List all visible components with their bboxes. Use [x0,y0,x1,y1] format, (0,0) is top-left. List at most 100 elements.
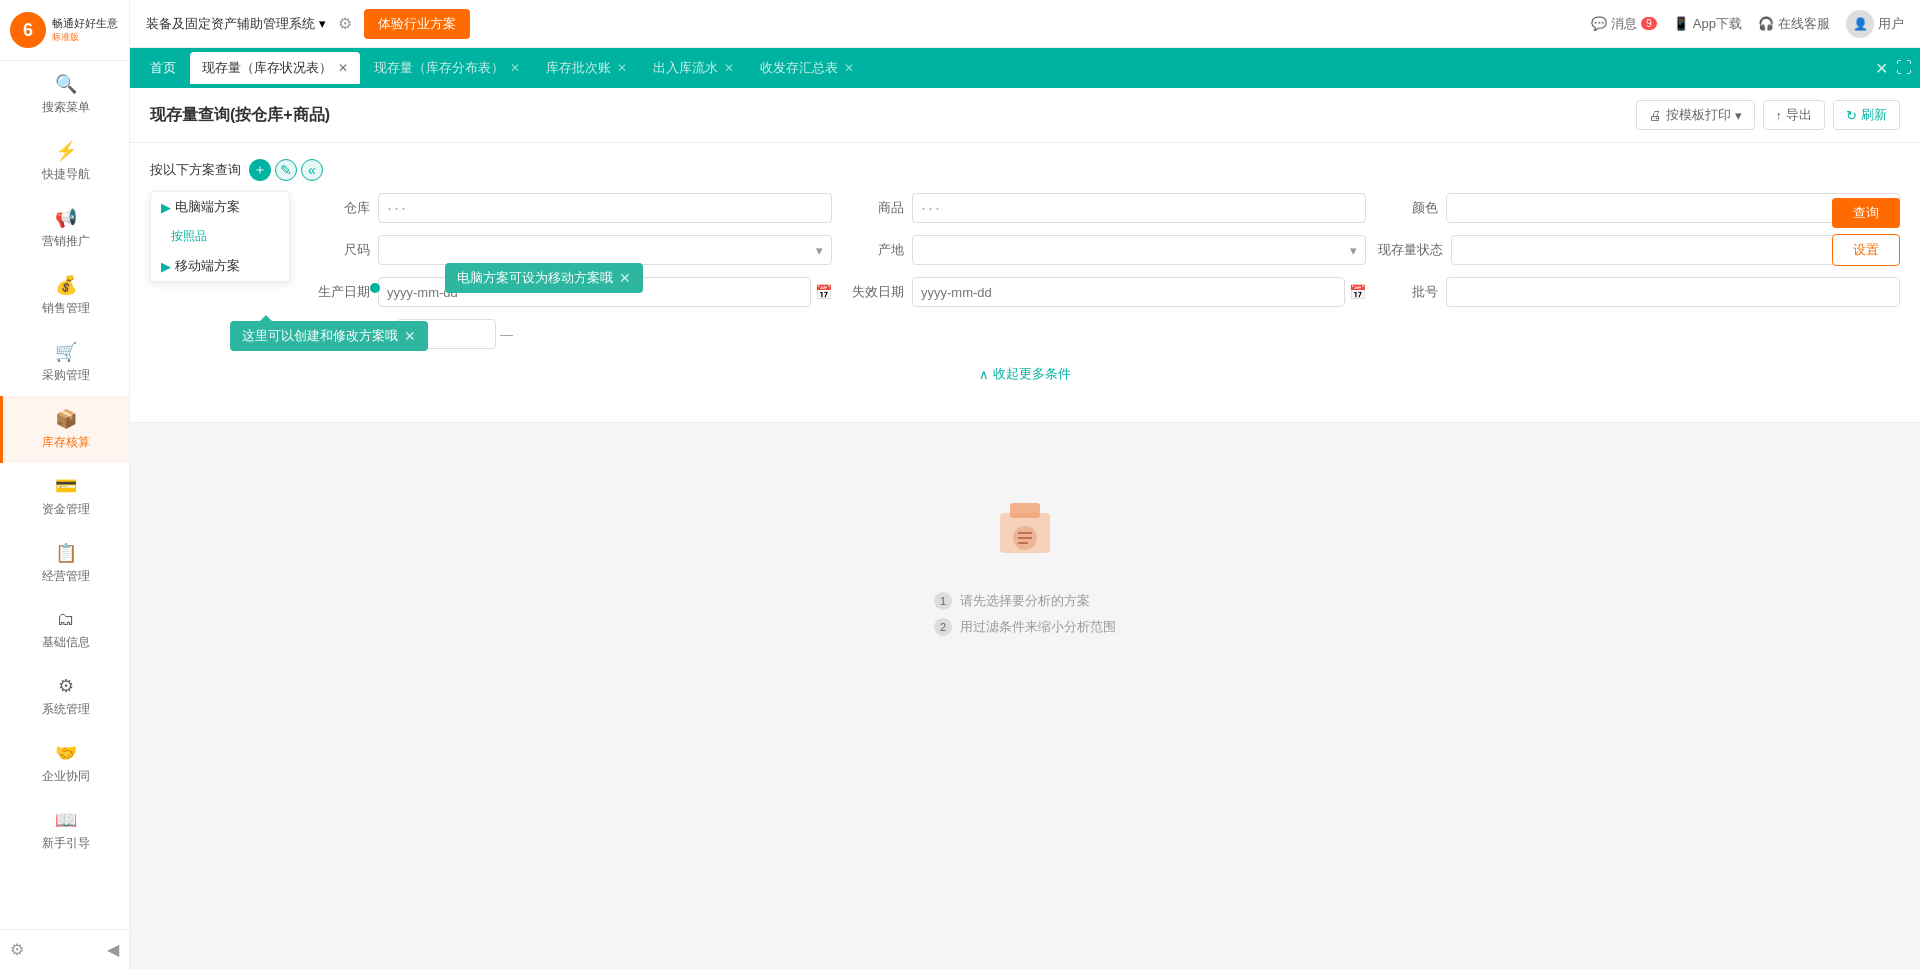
page-content: 现存量查询(按仓库+商品) 🖨 按模板打印 ▾ ↑ 导出 ↻ 刷新 [130,88,1920,969]
refresh-icon: ↻ [1846,108,1857,123]
sidebar-item-guide[interactable]: 📖 新手引导 [0,797,129,864]
tooltip2-close[interactable]: ✕ [404,328,416,344]
filter-row-stock-status: 现存量状态 ▾ [1378,235,1900,265]
settings-bottom-icon[interactable]: ⚙ [10,940,24,959]
filter-row-color: 颜色 ▾ [1378,193,1900,223]
filter-row-warehouse: 仓库 ··· [310,193,832,223]
tab-inventory-status[interactable]: 现存量（库存状况表） ✕ [190,52,360,84]
tooltip1-close[interactable]: ✕ [619,270,631,286]
scheme-arrow-button[interactable]: « [301,159,323,181]
tab-inout[interactable]: 出入库流水 ✕ [641,52,746,84]
refresh-button[interactable]: ↻ 刷新 [1833,100,1900,130]
message-icon: 💬 [1591,16,1607,31]
qty-dash: — [500,327,513,342]
empty-state: 1 请先选择要分析的方案 2 用过滤条件来缩小分析范围 [130,423,1920,704]
operation-nav-icon: 📋 [55,542,77,564]
tree-expand-mobile: ▶ [161,259,171,274]
product-select[interactable]: ··· [912,193,1366,223]
warehouse-select[interactable]: ··· [378,193,832,223]
edit-scheme-button[interactable]: ✎ [275,159,297,181]
system-name-dropdown[interactable]: 装备及固定资产辅助管理系统 ▾ [146,15,326,33]
origin-select[interactable]: ▾ [912,235,1366,265]
empty-step-1: 1 请先选择要分析的方案 [934,592,1116,610]
qty-row: — [396,319,832,349]
app-logo: 6 畅通好好生意 标准版 [0,0,129,61]
svg-rect-1 [1010,503,1040,518]
sidebar-item-finance[interactable]: 💳 资金管理 [0,463,129,530]
tree-item-mobile[interactable]: ▶ 移动端方案 [151,251,289,281]
batch-input[interactable] [1446,277,1900,307]
tab-close-inout[interactable]: ✕ [724,61,734,75]
page-header: 现存量查询(按仓库+商品) 🖨 按模板打印 ▾ ↑ 导出 ↻ 刷新 [130,88,1920,143]
tab-fullscreen-icon[interactable]: ⛶ [1896,59,1912,78]
tab-close-all-icon[interactable]: ✕ [1875,59,1888,78]
collapse-sidebar-icon[interactable]: ◀ [107,940,119,959]
logo-icon: 6 [10,12,46,48]
tree-item-desktop[interactable]: ▶ 电脑端方案 [151,192,289,222]
support-action[interactable]: 🎧 在线客服 [1758,15,1830,33]
tree-subitem-desktop[interactable]: 按照品 [151,222,289,251]
header-right: 💬 消息 9 📱 App下载 🎧 在线客服 👤 用户 [1591,10,1904,38]
print-button[interactable]: 🖨 按模板打印 ▾ [1636,100,1755,130]
size-dropdown-icon: ▾ [816,243,823,258]
sidebar-bottom: ⚙ ◀ [0,929,129,969]
sidebar-item-marketing[interactable]: 📢 营销推广 [0,195,129,262]
page-title: 现存量查询(按仓库+商品) [150,105,330,126]
tab-close-inventory-dist[interactable]: ✕ [510,61,520,75]
empty-steps-list: 1 请先选择要分析的方案 2 用过滤条件来缩小分析范围 [934,592,1116,644]
sidebar-item-purchase[interactable]: 🛒 采购管理 [0,329,129,396]
page-actions: 🖨 按模板打印 ▾ ↑ 导出 ↻ 刷新 [1636,100,1901,130]
top-header: 装备及固定资产辅助管理系统 ▾ ⚙ 体验行业方案 💬 消息 9 📱 App下载 … [130,0,1920,48]
quick-nav-icon: ⚡ [55,140,77,162]
sidebar-item-inventory[interactable]: 📦 库存核算 [0,396,129,463]
sidebar-item-search[interactable]: 🔍 搜索菜单 [0,61,129,128]
filter-row-size: 尺码 ▾ [310,235,832,265]
dropdown-icon: ▾ [319,16,326,31]
print-dropdown-icon: ▾ [1735,108,1742,123]
tab-close-receive[interactable]: ✕ [844,61,854,75]
tab-actions: ✕ ⛶ [1875,59,1912,78]
size-select[interactable]: ▾ [378,235,832,265]
settings-icon[interactable]: ⚙ [338,14,352,33]
filter-row-expiry-date: 失效日期 📅 [844,277,1366,307]
collapse-button[interactable]: ∧ 收起更多条件 [979,365,1071,383]
print-icon: 🖨 [1649,108,1662,123]
tab-close-batch[interactable]: ✕ [617,61,627,75]
tab-inventory-dist[interactable]: 现存量（库存分布表） ✕ [362,52,532,84]
sidebar-item-basic[interactable]: 🗂 基础信息 [0,597,129,663]
user-action[interactable]: 👤 用户 [1846,10,1904,38]
message-action[interactable]: 💬 消息 9 [1591,15,1657,33]
empty-step-2: 2 用过滤条件来缩小分析范围 [934,618,1116,636]
sales-nav-icon: 💰 [55,274,77,296]
tooltip-create-scheme: 这里可以创建和修改方案哦 ✕ [230,321,428,351]
sidebar-item-collab[interactable]: 🤝 企业协同 [0,730,129,797]
search-button[interactable]: 查询 [1832,198,1900,228]
tab-bar: 首页 现存量（库存状况表） ✕ 现存量（库存分布表） ✕ 库存批次账 ✕ 出入库… [130,48,1920,88]
production-date-icon[interactable]: 📅 [815,284,832,300]
main-area: 装备及固定资产辅助管理系统 ▾ ⚙ 体验行业方案 💬 消息 9 📱 App下载 … [130,0,1920,969]
sidebar-item-operation[interactable]: 📋 经营管理 [0,530,129,597]
tab-home[interactable]: 首页 [138,59,188,77]
app-download-action[interactable]: 📱 App下载 [1673,15,1742,33]
expiry-date-icon[interactable]: 📅 [1349,284,1366,300]
reset-button[interactable]: 设置 [1832,234,1900,266]
filter-label: 按以下方案查询 [150,161,241,179]
origin-dropdown-icon: ▾ [1350,243,1357,258]
export-button[interactable]: ↑ 导出 [1763,100,1826,130]
guide-nav-icon: 📖 [55,809,77,831]
industry-button[interactable]: 体验行业方案 [364,9,470,39]
expiry-date-input[interactable] [912,277,1345,307]
collab-nav-icon: 🤝 [55,742,77,764]
filter-row-product: 商品 ··· [844,193,1366,223]
sidebar-nav: 🔍 搜索菜单 ⚡ 快捷导航 📢 营销推广 💰 销售管理 🛒 采购管理 📦 库存核… [0,61,129,929]
connector-dot [370,283,380,293]
tab-batch[interactable]: 库存批次账 ✕ [534,52,639,84]
add-scheme-button[interactable]: ＋ [249,159,271,181]
tooltip-desktop-scheme: 电脑方案可设为移动方案哦 ✕ [445,263,643,293]
purchase-nav-icon: 🛒 [55,341,77,363]
sidebar-item-quick[interactable]: ⚡ 快捷导航 [0,128,129,195]
sidebar-item-sales[interactable]: 💰 销售管理 [0,262,129,329]
tab-receive[interactable]: 收发存汇总表 ✕ [748,52,866,84]
sidebar-item-system[interactable]: ⚙ 系统管理 [0,663,129,730]
tab-close-inventory-status[interactable]: ✕ [338,61,348,75]
